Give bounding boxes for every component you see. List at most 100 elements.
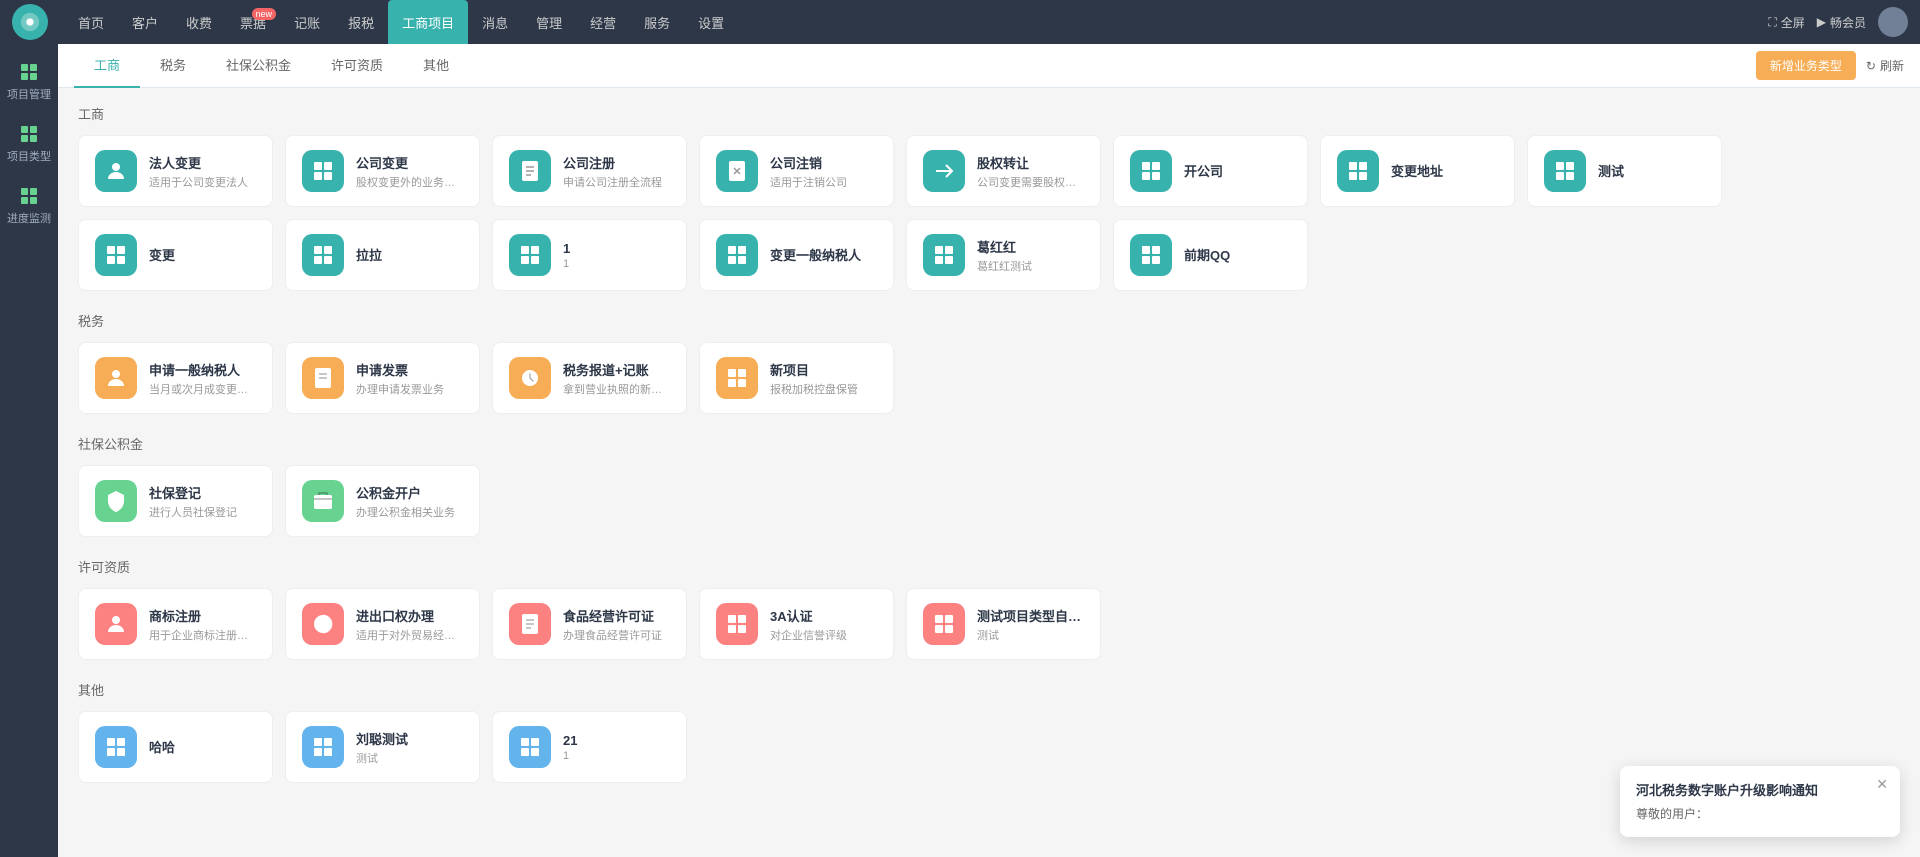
- card-gongsi-biangeng[interactable]: 公司变更 股权变更外的业务变更: [285, 135, 480, 207]
- tabs-actions: 新增业务类型 ↻ 刷新: [1756, 51, 1904, 80]
- tab-gongshang[interactable]: 工商: [74, 44, 140, 88]
- card-biangeng-dizhi[interactable]: 变更地址: [1320, 135, 1515, 207]
- avatar[interactable]: [1878, 7, 1908, 37]
- nav-industry[interactable]: 工商项目: [388, 0, 468, 44]
- vip-button[interactable]: ▶ 畅会员: [1817, 14, 1866, 31]
- card-shuiwu-baodao[interactable]: 税务报道+记账 拿到营业执照的新公司: [492, 342, 687, 414]
- card-icon-shenqing-nashui: [95, 357, 137, 399]
- tab-xuke[interactable]: 许可资质: [311, 44, 403, 88]
- new-badge: new: [252, 8, 277, 20]
- card-gongsi-zhuce[interactable]: 公司注册 申请公司注册全流程: [492, 135, 687, 207]
- card-desc-21: 1: [563, 750, 670, 762]
- card-info-haha: 哈哈: [149, 737, 256, 758]
- card-21[interactable]: 21 1: [492, 711, 687, 783]
- tab-shuiwu[interactable]: 税务: [140, 44, 206, 88]
- play-icon: ▶: [1817, 15, 1826, 29]
- card-shebao-dengji[interactable]: 社保登记 进行人员社保登记: [78, 465, 273, 537]
- card-shangbiao-zhuce[interactable]: 商标注册 用于企业商标注册服务: [78, 588, 273, 660]
- card-haha[interactable]: 哈哈: [78, 711, 273, 783]
- card-biangeng2[interactable]: 变更: [78, 219, 273, 291]
- nav-fee[interactable]: 收费: [172, 0, 226, 44]
- main-content: 工商 税务 社保公积金 许可资质 其他 新增业务类型 ↻ 刷新 工商: [58, 44, 1920, 857]
- nav-settings[interactable]: 设置: [684, 0, 738, 44]
- card-icon-shipin: [509, 603, 551, 645]
- card-gehonghong[interactable]: 葛红红 葛红红测试: [906, 219, 1101, 291]
- fullscreen-button[interactable]: ⛶ 全屏: [1768, 14, 1804, 31]
- tab-qita[interactable]: 其他: [403, 44, 469, 88]
- card-jinchukou[interactable]: 进出口权办理 适用于对外贸易经营者: [285, 588, 480, 660]
- card-title-dizhi: 变更地址: [1391, 161, 1498, 180]
- layout: 项目管理 项目类型 进度监测: [0, 44, 1920, 857]
- refresh-button[interactable]: ↻ 刷新: [1866, 57, 1904, 74]
- card-title-3a: 3A认证: [770, 606, 877, 625]
- chart-icon: [17, 184, 41, 208]
- card-desc-zhuxiao: 适用于注销公司: [770, 174, 877, 190]
- card-lala[interactable]: 拉拉: [285, 219, 480, 291]
- section-title-shuiwu: 税务: [78, 311, 1900, 330]
- card-icon-biangeng2: [95, 234, 137, 276]
- card-liucong-ceshi[interactable]: 刘聪测试 测试: [285, 711, 480, 783]
- card-info-faren: 法人变更 适用于公司变更法人: [149, 153, 256, 190]
- section-title-xuke: 许可资质: [78, 557, 1900, 576]
- sidebar-item-project-manage[interactable]: 项目管理: [3, 52, 55, 110]
- card-shipin-xuke[interactable]: 食品经营许可证 办理食品经营许可证: [492, 588, 687, 660]
- card-title-gehonghong: 葛红红: [977, 237, 1084, 256]
- card-title-zhuxiao: 公司注销: [770, 153, 877, 172]
- notification-close-button[interactable]: ✕: [1876, 776, 1888, 793]
- card-desc-jinchukou: 适用于对外贸易经营者: [356, 627, 463, 643]
- card-kai-gongsi[interactable]: 开公司: [1113, 135, 1308, 207]
- card-info-xinxiangmu: 新项目 报税加税控盘保管: [770, 360, 877, 397]
- card-1[interactable]: 1 1: [492, 219, 687, 291]
- card-desc-liucong: 测试: [356, 750, 463, 766]
- nav-home[interactable]: 首页: [64, 0, 118, 44]
- tab-shebao[interactable]: 社保公积金: [206, 44, 311, 88]
- card-icon-liucong: [302, 726, 344, 768]
- card-title-1: 1: [563, 241, 670, 256]
- card-3a-renzheng[interactable]: 3A认证 对企业信誉评级: [699, 588, 894, 660]
- card-icon-jinchukou: [302, 603, 344, 645]
- section-xuke: 许可资质 商标注册 用于企业商标注册服务 进出口权办理 适用于对外贸易经营: [78, 557, 1900, 660]
- nav-ticket[interactable]: 票据 new: [226, 0, 280, 44]
- card-desc-shipin: 办理食品经营许可证: [563, 627, 670, 643]
- card-info-3a: 3A认证 对企业信誉评级: [770, 606, 877, 643]
- card-gongsi-zhuxiao[interactable]: 公司注销 适用于注销公司: [699, 135, 894, 207]
- card-title-biangeng2: 变更: [149, 245, 256, 264]
- nav-account[interactable]: 记账: [280, 0, 334, 44]
- new-type-button[interactable]: 新增业务类型: [1756, 51, 1856, 80]
- sidebar-item-project-type[interactable]: 项目类型: [3, 114, 55, 172]
- nav-message[interactable]: 消息: [468, 0, 522, 44]
- nav-tax[interactable]: 报税: [334, 0, 388, 44]
- nav-manage[interactable]: 管理: [522, 0, 576, 44]
- card-guquan-zhuanrang[interactable]: 股权转让 公司变更需要股权转让: [906, 135, 1101, 207]
- card-ceshi[interactable]: 测试: [1527, 135, 1722, 207]
- card-desc-faren: 适用于公司变更法人: [149, 174, 256, 190]
- card-ceshi-zidingyi[interactable]: 测试项目类型自定义 测试: [906, 588, 1101, 660]
- card-title-lala: 拉拉: [356, 245, 463, 264]
- section-title-gongshang: 工商: [78, 104, 1900, 123]
- card-icon-lala: [302, 234, 344, 276]
- card-desc-shangbiao: 用于企业商标注册服务: [149, 627, 256, 643]
- card-title-21: 21: [563, 733, 670, 748]
- card-biangeng-nashui[interactable]: 变更一般纳税人: [699, 219, 894, 291]
- card-shenqing-fapiao[interactable]: 申请发票 办理申请发票业务: [285, 342, 480, 414]
- card-icon-guquan: [923, 150, 965, 192]
- card-title-zhuce: 公司注册: [563, 153, 670, 172]
- card-xin-xiangmu[interactable]: 新项目 报税加税控盘保管: [699, 342, 894, 414]
- card-faren-biangeng[interactable]: 法人变更 适用于公司变更法人: [78, 135, 273, 207]
- card-qianqi-qq[interactable]: 前期QQ: [1113, 219, 1308, 291]
- card-shenqing-nashui[interactable]: 申请一般纳税人 当月或次月成变更完成: [78, 342, 273, 414]
- nav-service[interactable]: 服务: [630, 0, 684, 44]
- nav-client[interactable]: 客户: [118, 0, 172, 44]
- nav-operation[interactable]: 经营: [576, 0, 630, 44]
- sidebar-item-progress[interactable]: 进度监测: [3, 176, 55, 234]
- card-info-gongsi-biangeng: 公司变更 股权变更外的业务变更: [356, 153, 463, 190]
- card-icon-xinxiangmu: [716, 357, 758, 399]
- card-title-gongsi-biangeng: 公司变更: [356, 153, 463, 172]
- card-icon-shebao: [95, 480, 137, 522]
- card-info-fapiao: 申请发票 办理申请发票业务: [356, 360, 463, 397]
- logo[interactable]: [12, 4, 48, 40]
- shebao-card-grid: 社保登记 进行人员社保登记 公积金开户 办理公积金相关业务: [78, 465, 1900, 537]
- card-gongjijin-kaihu[interactable]: 公积金开户 办理公积金相关业务: [285, 465, 480, 537]
- shuiwu-card-grid: 申请一般纳税人 当月或次月成变更完成 申请发票 办理申请发票业务: [78, 342, 1900, 414]
- top-navigation: 首页 客户 收费 票据 new 记账 报税 工商项目 消息 管理 经营 服务 设…: [0, 0, 1920, 44]
